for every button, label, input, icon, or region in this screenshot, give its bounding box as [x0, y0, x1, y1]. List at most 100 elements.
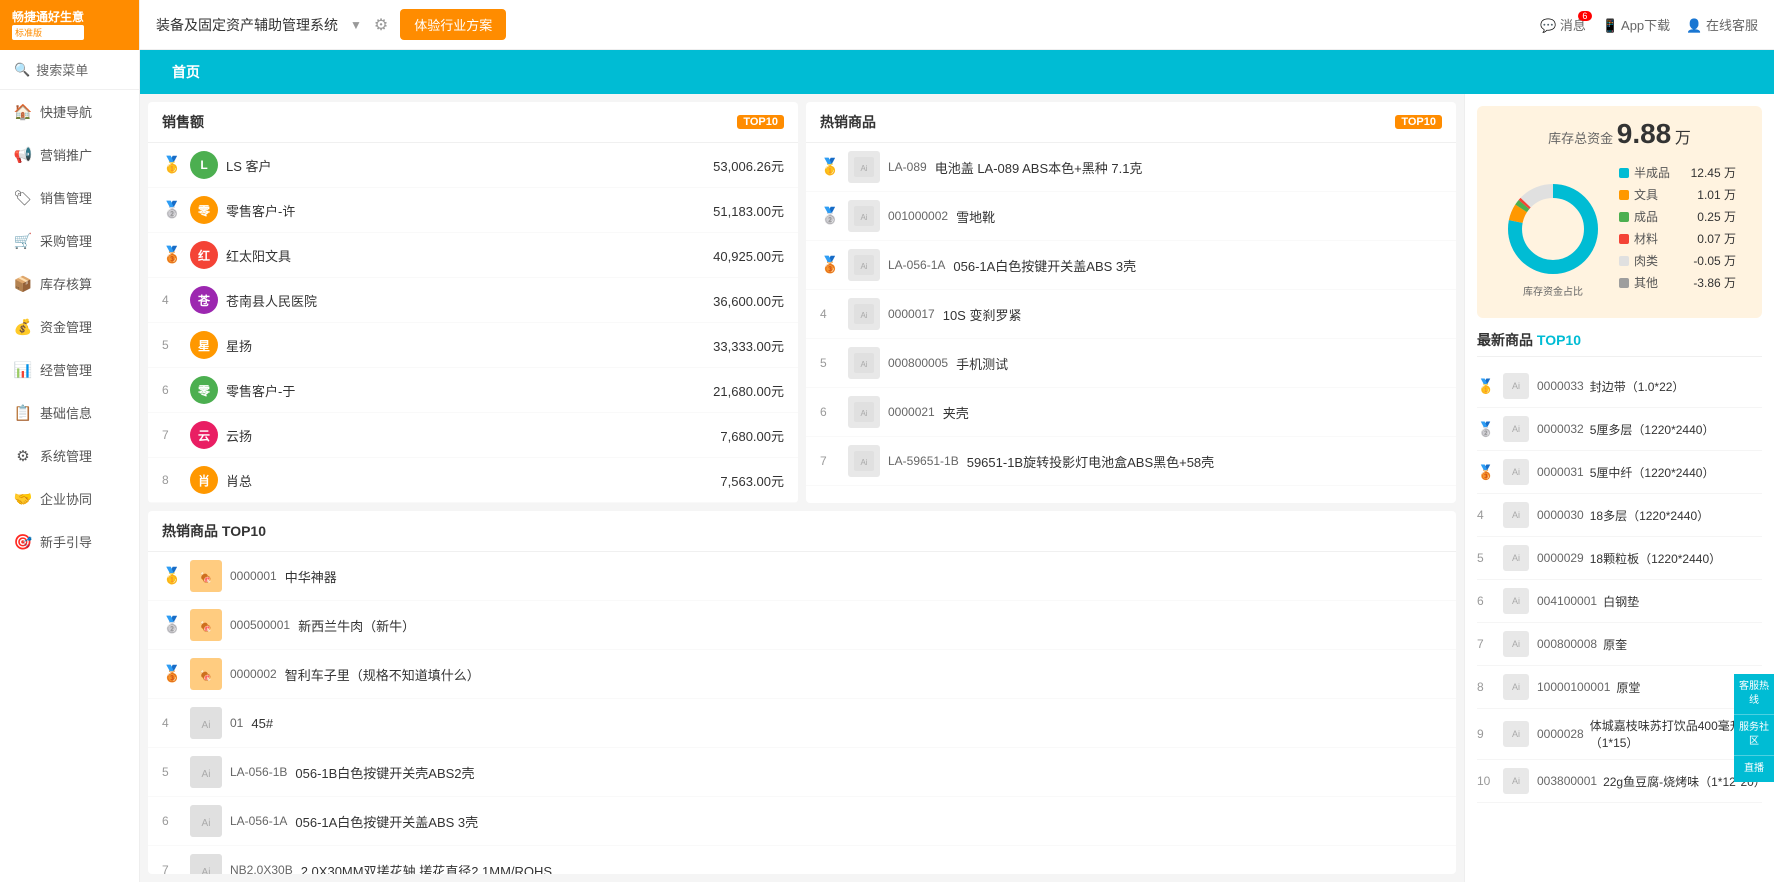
- product-thumb: Ai: [190, 805, 222, 837]
- product-code: 003800001: [1537, 774, 1597, 788]
- sidebar-item-label: 系统管理: [40, 446, 92, 465]
- sidebar-item-quicknav[interactable]: 🏠 快捷导航: [0, 90, 139, 133]
- sidebar-item-finance[interactable]: 💰 资金管理: [0, 305, 139, 348]
- sidebar-item-inventory[interactable]: 📦 库存核算: [0, 262, 139, 305]
- search-icon: 🔍: [14, 62, 30, 78]
- product-code: LA-056-1A: [230, 814, 287, 828]
- product-thumb: Ai: [190, 756, 222, 788]
- customer-top10-header: 销售额 TOP10: [148, 102, 798, 143]
- rank-icon: 🥈: [1477, 421, 1495, 438]
- inventory-value: 9.88: [1617, 118, 1672, 149]
- legend-val-5: -3.86 万: [1676, 274, 1736, 291]
- product-thumb: 🍖: [190, 609, 222, 641]
- svg-text:Ai: Ai: [860, 213, 867, 222]
- recent-product-item: 🥉 Ai LA-056-1A 056-1A白色按键开关盖ABS 3壳: [806, 241, 1456, 290]
- message-badge[interactable]: 💬 消息 6: [1540, 15, 1586, 34]
- donut-chart: 库存资金占比: [1503, 179, 1603, 282]
- customer-name: 肖总: [226, 471, 720, 490]
- product-name: 封边带（1.0*22）: [1590, 378, 1685, 395]
- product-thumb: Ai: [848, 445, 880, 477]
- product-name: 18多层（1220*2440）: [1590, 507, 1709, 524]
- main-panel: 销售额 TOP10 🥇 L LS 客户 53,006.26元 🥈 零 零售客户-…: [140, 94, 1464, 882]
- rank-icon: 🥉: [1477, 464, 1495, 481]
- hot-product-item: 5 Ai LA-056-1B 056-1B白色按键开关壳ABS2壳: [148, 748, 1456, 797]
- operations-icon: 📊: [14, 361, 32, 379]
- app-download[interactable]: 📱 App下载: [1602, 15, 1670, 34]
- legend-dot-1: [1619, 190, 1629, 200]
- customer-list-item: 4 苍 苍南县人民医院 36,600.00元: [148, 278, 798, 323]
- legend-name-5: 其他: [1634, 274, 1676, 291]
- rank-icon: 🥈: [162, 615, 182, 635]
- topbar-right: 💬 消息 6 📱 App下载 👤 在线客服: [1540, 15, 1758, 34]
- sidebar-item-purchase[interactable]: 🛒 采购管理: [0, 219, 139, 262]
- search-menu[interactable]: 🔍 搜索菜单: [0, 50, 139, 90]
- legend-name-4: 肉类: [1634, 252, 1676, 269]
- tab-home[interactable]: 首页: [156, 50, 216, 94]
- recent-product-item: 🥈 Ai 001000002 雪地靴: [806, 192, 1456, 241]
- product-code: 000800005: [888, 356, 948, 370]
- float-btn-live[interactable]: 直播: [1734, 756, 1774, 782]
- legend-name-2: 成品: [1634, 208, 1676, 225]
- sidebar-item-operations[interactable]: 📊 经营管理: [0, 348, 139, 391]
- sales-icon: 🏷: [14, 189, 32, 207]
- right-panel: 库存总资金 9.88 万: [1464, 94, 1774, 882]
- sidebar-item-sales[interactable]: 🏷 销售管理: [0, 176, 139, 219]
- rank-icon: 🥇: [162, 155, 182, 175]
- recent-products-badge: TOP10: [1395, 115, 1442, 129]
- customer-avatar: 零: [190, 196, 218, 224]
- sidebar-item-marketing[interactable]: 📢 营销推广: [0, 133, 139, 176]
- hot-product-item: 4 Ai 01 45#: [148, 699, 1456, 748]
- rank-number: 6: [162, 383, 182, 397]
- chart-label: 库存资金占比: [1503, 283, 1603, 298]
- customer-avatar: 肖: [190, 466, 218, 494]
- rank-icon: 🥈: [162, 200, 182, 220]
- rank-number: 4: [820, 307, 840, 321]
- product-code: LA-089: [888, 160, 927, 174]
- phone-icon: 📱: [1602, 18, 1618, 33]
- float-btn-service[interactable]: 客服热线: [1734, 674, 1774, 715]
- sidebar-item-enterprise[interactable]: 🤝 企业协同: [0, 477, 139, 520]
- float-btn-community[interactable]: 服务社区: [1734, 715, 1774, 756]
- newest-product-item: 9 Ai 0000028 体城嘉枝味苏打饮品400毫升（1*15）: [1477, 709, 1762, 760]
- legend-dot-3: [1619, 234, 1629, 244]
- sidebar-item-label: 企业协同: [40, 489, 92, 508]
- product-thumb: Ai: [190, 707, 222, 739]
- newest-products-top: TOP10: [1537, 332, 1581, 348]
- svg-text:Ai: Ai: [202, 720, 211, 731]
- rank-number: 4: [162, 716, 182, 730]
- product-name: 白钢垫: [1603, 593, 1639, 610]
- product-thumb: Ai: [1503, 373, 1529, 399]
- newest-products-header: 最新商品 TOP10: [1477, 330, 1762, 357]
- svg-text:Ai: Ai: [860, 409, 867, 418]
- main-area: 装备及固定资产辅助管理系统 ▼ ⚙ 体验行业方案 💬 消息 6 📱 App下载 …: [140, 0, 1774, 882]
- sidebar-item-system[interactable]: ⚙ 系统管理: [0, 434, 139, 477]
- sidebar-item-basic-info[interactable]: 📋 基础信息: [0, 391, 139, 434]
- online-service[interactable]: 👤 在线客服: [1686, 15, 1758, 34]
- product-thumb: Ai: [848, 396, 880, 428]
- product-name: 5厘中纤（1220*2440）: [1590, 464, 1715, 481]
- product-code: 0000021: [888, 405, 935, 419]
- gear-icon[interactable]: ⚙: [374, 15, 388, 35]
- topbar: 装备及固定资产辅助管理系统 ▼ ⚙ 体验行业方案 💬 消息 6 📱 App下载 …: [140, 0, 1774, 50]
- rank-icon: 🥇: [162, 566, 182, 586]
- product-name: 056-1A白色按键开关盖ABS 3壳: [953, 256, 1136, 275]
- recent-products-header: 热销商品 TOP10: [806, 102, 1456, 143]
- product-thumb: Ai: [1503, 674, 1529, 700]
- product-thumb: Ai: [190, 854, 222, 874]
- legend-dot-5: [1619, 278, 1629, 288]
- inventory-chart-area: 库存资金占比 半成品 12.45 万 文具 1.01 万: [1489, 154, 1750, 306]
- customer-name: 云扬: [226, 426, 720, 445]
- legend-item-5: 其他 -3.86 万: [1619, 274, 1736, 291]
- sidebar-item-guide[interactable]: 🎯 新手引导: [0, 520, 139, 563]
- svg-text:Ai: Ai: [860, 262, 867, 271]
- hot-products-card: 热销商品 TOP10 🥇 🍖 0000001 中华神器 🥈 🍖 00050000…: [148, 511, 1456, 874]
- legend-val-4: -0.05 万: [1676, 252, 1736, 269]
- search-label: 搜索菜单: [36, 60, 88, 79]
- customer-list-item: 🥉 红 红太阳文具 40,925.00元: [148, 233, 798, 278]
- sidebar: 畅捷通好生意 标准版 🔍 搜索菜单 🏠 快捷导航 📢 营销推广 🏷 销售管理 🛒…: [0, 0, 140, 882]
- svg-text:🍖: 🍖: [200, 669, 212, 682]
- experience-btn[interactable]: 体验行业方案: [400, 9, 506, 40]
- dropdown-icon[interactable]: ▼: [350, 18, 362, 32]
- svg-text:🍖: 🍖: [200, 571, 212, 584]
- product-code: 004100001: [1537, 594, 1597, 608]
